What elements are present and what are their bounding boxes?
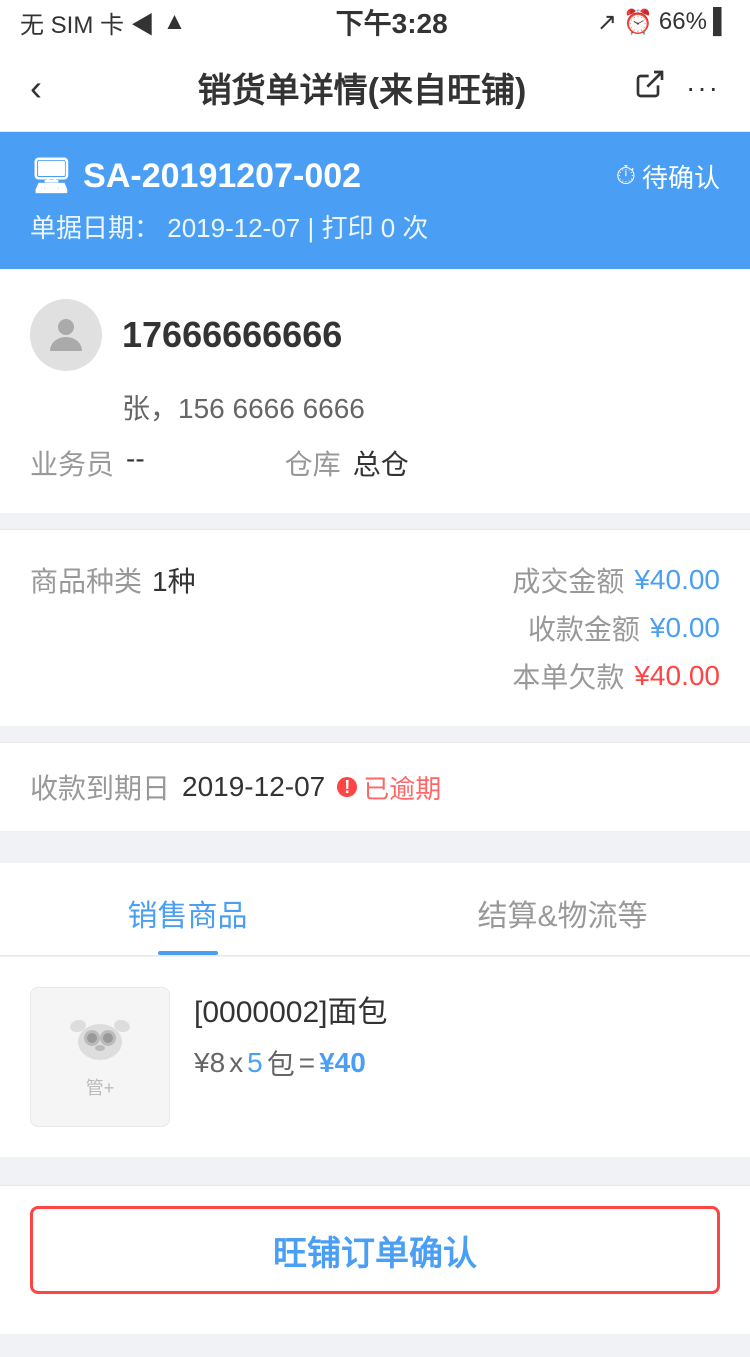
owl-icon: [70, 1014, 130, 1074]
amount-value: ¥40.00: [634, 564, 720, 596]
share-button[interactable]: [634, 68, 666, 108]
owing-value: ¥40.00: [634, 660, 720, 692]
brand-plus-text: 管+: [86, 1074, 115, 1100]
stats-right: 成交金额 ¥40.00 收款金额 ¥0.00 本单欠款 ¥40.00: [375, 560, 720, 696]
customer-phone: 17666666666: [122, 314, 342, 356]
owing-row: 本单欠款 ¥40.00: [512, 656, 720, 696]
warehouse-label: 仓库: [285, 443, 341, 483]
sales-value: --: [126, 443, 145, 483]
due-date: 2019-12-07: [182, 771, 325, 803]
payment-label: 收款金额: [528, 608, 640, 648]
separator-3: [0, 847, 750, 863]
product-type-label: 商品种类: [30, 560, 142, 600]
multiply-sign: x: [229, 1047, 243, 1079]
total-price: ¥40: [319, 1047, 366, 1079]
avatar: [30, 299, 102, 371]
status-bar: 无 SIM 卡 ◀ ▲ 下午3:28 ↗ ⏰ 66% ▌: [0, 0, 750, 44]
amount-label: 成交金额: [512, 560, 624, 600]
customer-header: 17666666666: [30, 299, 720, 371]
more-button[interactable]: ···: [686, 72, 720, 104]
product-type-row: 商品种类 1种: [30, 560, 375, 600]
location-icon: ↗: [597, 8, 617, 37]
sales-item: 业务员 --: [30, 443, 145, 483]
customer-section: 17666666666 张，156 6666 6666 业务员 -- 仓库 总仓: [0, 269, 750, 513]
order-status: ⏱ 待确认: [616, 158, 720, 195]
payment-value: ¥0.00: [650, 612, 720, 644]
amount-row: 成交金额 ¥40.00: [512, 560, 720, 600]
overdue-dot-icon: !: [337, 777, 357, 797]
product-item: 管+ [0000002]面包 ¥8 x 5 包 = ¥40: [0, 957, 750, 1157]
order-date-row: 单据日期： 2019-12-07 | 打印 0 次: [30, 208, 720, 245]
alarm-icon: ⏰: [623, 8, 653, 37]
overdue-text: 已逾期: [363, 769, 441, 806]
battery-icon: ▌: [713, 8, 730, 36]
nav-actions: ···: [634, 68, 720, 108]
order-header-card: 🖥 SA-20191207-002 ⏱ 待确认 单据日期： 2019-12-07…: [0, 132, 750, 269]
product-price-row: ¥8 x 5 包 = ¥40: [194, 1043, 720, 1083]
equals-sign: =: [299, 1047, 315, 1079]
no-sim-text: 无 SIM 卡 ◀: [20, 5, 155, 40]
overdue-badge: ! 已逾期: [337, 769, 441, 806]
customer-name: 张，156 6666 6666: [30, 387, 720, 427]
wifi-icon: ▲: [163, 8, 187, 36]
due-label: 收款到期日: [30, 767, 170, 807]
confirm-order-button[interactable]: 旺铺订单确认: [30, 1206, 720, 1294]
tab-settlement[interactable]: 结算&物流等: [375, 863, 750, 955]
product-info: [0000002]面包 ¥8 x 5 包 = ¥40: [194, 987, 720, 1127]
due-section: 收款到期日 2019-12-07 ! 已逾期: [0, 743, 750, 831]
tab-sales-products[interactable]: 销售商品: [0, 863, 375, 955]
back-button[interactable]: ‹: [30, 67, 90, 109]
stats-section: 商品种类 1种 成交金额 ¥40.00 收款金额 ¥0.00 本单欠款 ¥40.…: [0, 530, 750, 726]
product-type-value: 1种: [152, 560, 196, 600]
stats-left: 商品种类 1种: [30, 560, 375, 600]
bottom-bar: 旺铺订单确认: [0, 1185, 750, 1334]
price: ¥8: [194, 1047, 225, 1079]
page-title: 销货单详情(来自旺铺): [198, 63, 527, 112]
product-image: 管+: [30, 987, 170, 1127]
customer-details: 业务员 -- 仓库 总仓: [30, 443, 720, 483]
warehouse-value: 总仓: [353, 443, 409, 483]
tab-underline: [158, 951, 218, 955]
battery-text: 66%: [659, 8, 707, 36]
status-clock-icon: ⏱: [616, 160, 636, 192]
status-right: ↗ ⏰ 66% ▌: [597, 8, 730, 37]
payment-row: 收款金额 ¥0.00: [528, 608, 720, 648]
nav-bar: ‹ 销货单详情(来自旺铺) ···: [0, 44, 750, 132]
unit: 包: [267, 1043, 295, 1083]
warehouse-item: 仓库 总仓: [285, 443, 409, 483]
quantity: 5: [247, 1047, 263, 1079]
tabs-section: 销售商品 结算&物流等: [0, 863, 750, 956]
owing-label: 本单欠款: [512, 656, 624, 696]
order-icon: 🖥: [30, 156, 73, 196]
product-name: [0000002]面包: [194, 987, 720, 1031]
time-display: 下午3:28: [336, 2, 448, 42]
status-left: 无 SIM 卡 ◀ ▲: [20, 5, 186, 40]
sales-label: 业务员: [30, 443, 114, 483]
product-image-inner: 管+: [70, 1014, 130, 1100]
tabs-row: 销售商品 结算&物流等: [0, 863, 750, 955]
order-id: 🖥 SA-20191207-002: [30, 156, 361, 196]
